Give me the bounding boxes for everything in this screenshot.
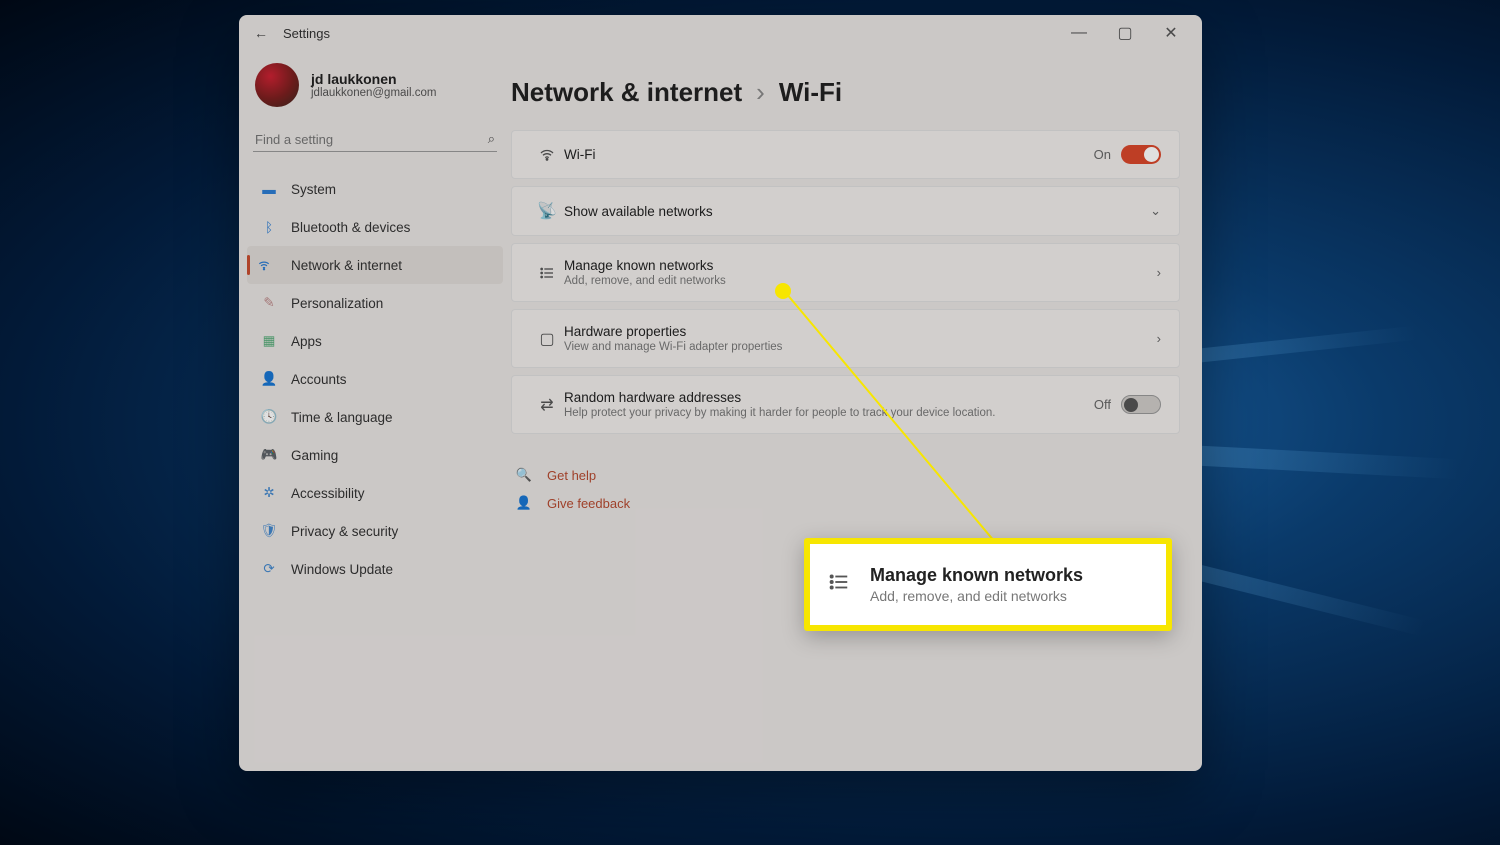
card-subtitle: View and manage Wi-Fi adapter properties xyxy=(564,341,1157,353)
search-icon: ⌕ xyxy=(488,131,495,147)
card-random-mac[interactable]: ⇄ Random hardware addresses Help protect… xyxy=(511,375,1180,434)
bluetooth-icon: ᛒ xyxy=(257,220,281,235)
card-subtitle: Help protect your privacy by making it h… xyxy=(564,407,1094,419)
breadcrumb: Network & internet › Wi-Fi xyxy=(511,65,1180,130)
accessibility-icon: ✲ xyxy=(257,485,281,501)
sidebar-item-accounts[interactable]: 👤 Accounts xyxy=(247,360,503,398)
clock-icon: 🕓 xyxy=(257,409,281,425)
sidebar-item-apps[interactable]: ▦ Apps xyxy=(247,322,503,360)
random-mac-toggle[interactable] xyxy=(1121,395,1161,414)
help-icon: 🔍 xyxy=(515,467,533,483)
card-title: Random hardware addresses xyxy=(564,390,1094,405)
broadcast-icon: 📡 xyxy=(530,201,564,221)
search-field[interactable] xyxy=(255,132,488,147)
chevron-right-icon: › xyxy=(756,77,765,108)
chevron-right-icon: › xyxy=(1157,265,1161,280)
system-icon: ▬ xyxy=(257,182,281,197)
sidebar-item-label: Privacy & security xyxy=(291,524,398,539)
update-icon: ⟳ xyxy=(257,561,281,577)
callout-title: Manage known networks xyxy=(870,565,1083,586)
gaming-icon: 🎮 xyxy=(257,447,281,463)
sidebar-item-system[interactable]: ▬ System xyxy=(247,170,503,208)
sidebar-item-label: Time & language xyxy=(291,410,393,425)
accounts-icon: 👤 xyxy=(257,371,281,387)
give-feedback-link[interactable]: 👤 Give feedback xyxy=(511,487,1180,515)
avatar xyxy=(255,63,299,107)
sidebar-item-label: Gaming xyxy=(291,448,338,463)
list-icon xyxy=(828,571,870,598)
sidebar-item-label: System xyxy=(291,182,336,197)
callout-subtitle: Add, remove, and edit networks xyxy=(870,588,1083,604)
get-help-link[interactable]: 🔍 Get help xyxy=(511,459,1180,487)
sidebar-item-label: Personalization xyxy=(291,296,383,311)
hardware-icon: ▢ xyxy=(530,329,564,349)
profile-name: jd laukkonen xyxy=(311,71,436,87)
chevron-down-icon: ⌄ xyxy=(1150,203,1161,219)
card-title: Wi-Fi xyxy=(564,147,1094,162)
card-title: Hardware properties xyxy=(564,324,1157,339)
card-title: Manage known networks xyxy=(564,258,1157,273)
sidebar: jd laukkonen jdlaukkonen@gmail.com ⌕ ▬ S… xyxy=(239,51,511,771)
sidebar-item-time[interactable]: 🕓 Time & language xyxy=(247,398,503,436)
shield-icon: 🛡 xyxy=(257,523,281,539)
close-button[interactable]: ✕ xyxy=(1148,15,1194,51)
sidebar-item-bluetooth[interactable]: ᛒ Bluetooth & devices xyxy=(247,208,503,246)
sidebar-item-label: Accounts xyxy=(291,372,347,387)
wifi-icon xyxy=(530,147,564,163)
content-pane: Network & internet › Wi-Fi Wi-Fi On 📡 Sh… xyxy=(511,51,1202,771)
breadcrumb-parent[interactable]: Network & internet xyxy=(511,77,742,108)
profile-block[interactable]: jd laukkonen jdlaukkonen@gmail.com xyxy=(247,59,503,121)
sidebar-item-label: Bluetooth & devices xyxy=(291,220,410,235)
list-icon xyxy=(530,265,564,281)
toggle-state-label: Off xyxy=(1094,397,1111,412)
chevron-right-icon: › xyxy=(1157,331,1161,346)
card-subtitle: Add, remove, and edit networks xyxy=(564,275,1157,287)
window-title: Settings xyxy=(283,26,330,41)
sidebar-item-label: Windows Update xyxy=(291,562,393,577)
wifi-toggle[interactable] xyxy=(1121,145,1161,164)
back-button[interactable]: ← xyxy=(247,25,275,41)
wifi-icon xyxy=(257,257,281,273)
sidebar-item-personalization[interactable]: ✎ Personalization xyxy=(247,284,503,322)
card-show-available[interactable]: 📡 Show available networks ⌄ xyxy=(511,186,1180,236)
apps-icon: ▦ xyxy=(257,333,281,349)
search-input[interactable]: ⌕ xyxy=(253,127,497,152)
sidebar-item-gaming[interactable]: 🎮 Gaming xyxy=(247,436,503,474)
card-title: Show available networks xyxy=(564,204,1150,219)
link-label: Give feedback xyxy=(547,496,630,511)
sidebar-item-privacy[interactable]: 🛡 Privacy & security xyxy=(247,512,503,550)
sidebar-item-update[interactable]: ⟳ Windows Update xyxy=(247,550,503,588)
card-hardware[interactable]: ▢ Hardware properties View and manage Wi… xyxy=(511,309,1180,368)
card-manage-known[interactable]: Manage known networks Add, remove, and e… xyxy=(511,243,1180,302)
sidebar-item-label: Network & internet xyxy=(291,258,402,273)
annotation-callout: Manage known networks Add, remove, and e… xyxy=(804,538,1172,631)
titlebar: ← Settings ― ▢ ✕ xyxy=(239,15,1202,51)
sidebar-item-label: Accessibility xyxy=(291,486,365,501)
sidebar-item-label: Apps xyxy=(291,334,322,349)
shuffle-icon: ⇄ xyxy=(530,395,564,415)
card-wifi[interactable]: Wi-Fi On xyxy=(511,130,1180,179)
sidebar-item-network[interactable]: Network & internet xyxy=(247,246,503,284)
link-label: Get help xyxy=(547,468,596,483)
minimize-button[interactable]: ― xyxy=(1056,15,1102,51)
maximize-button[interactable]: ▢ xyxy=(1102,15,1148,51)
settings-window: ← Settings ― ▢ ✕ jd laukkonen jdlaukkone… xyxy=(239,15,1202,771)
brush-icon: ✎ xyxy=(257,295,281,311)
feedback-icon: 👤 xyxy=(515,495,533,511)
toggle-state-label: On xyxy=(1094,147,1111,162)
sidebar-item-accessibility[interactable]: ✲ Accessibility xyxy=(247,474,503,512)
breadcrumb-current: Wi-Fi xyxy=(779,77,842,108)
profile-email: jdlaukkonen@gmail.com xyxy=(311,87,436,99)
